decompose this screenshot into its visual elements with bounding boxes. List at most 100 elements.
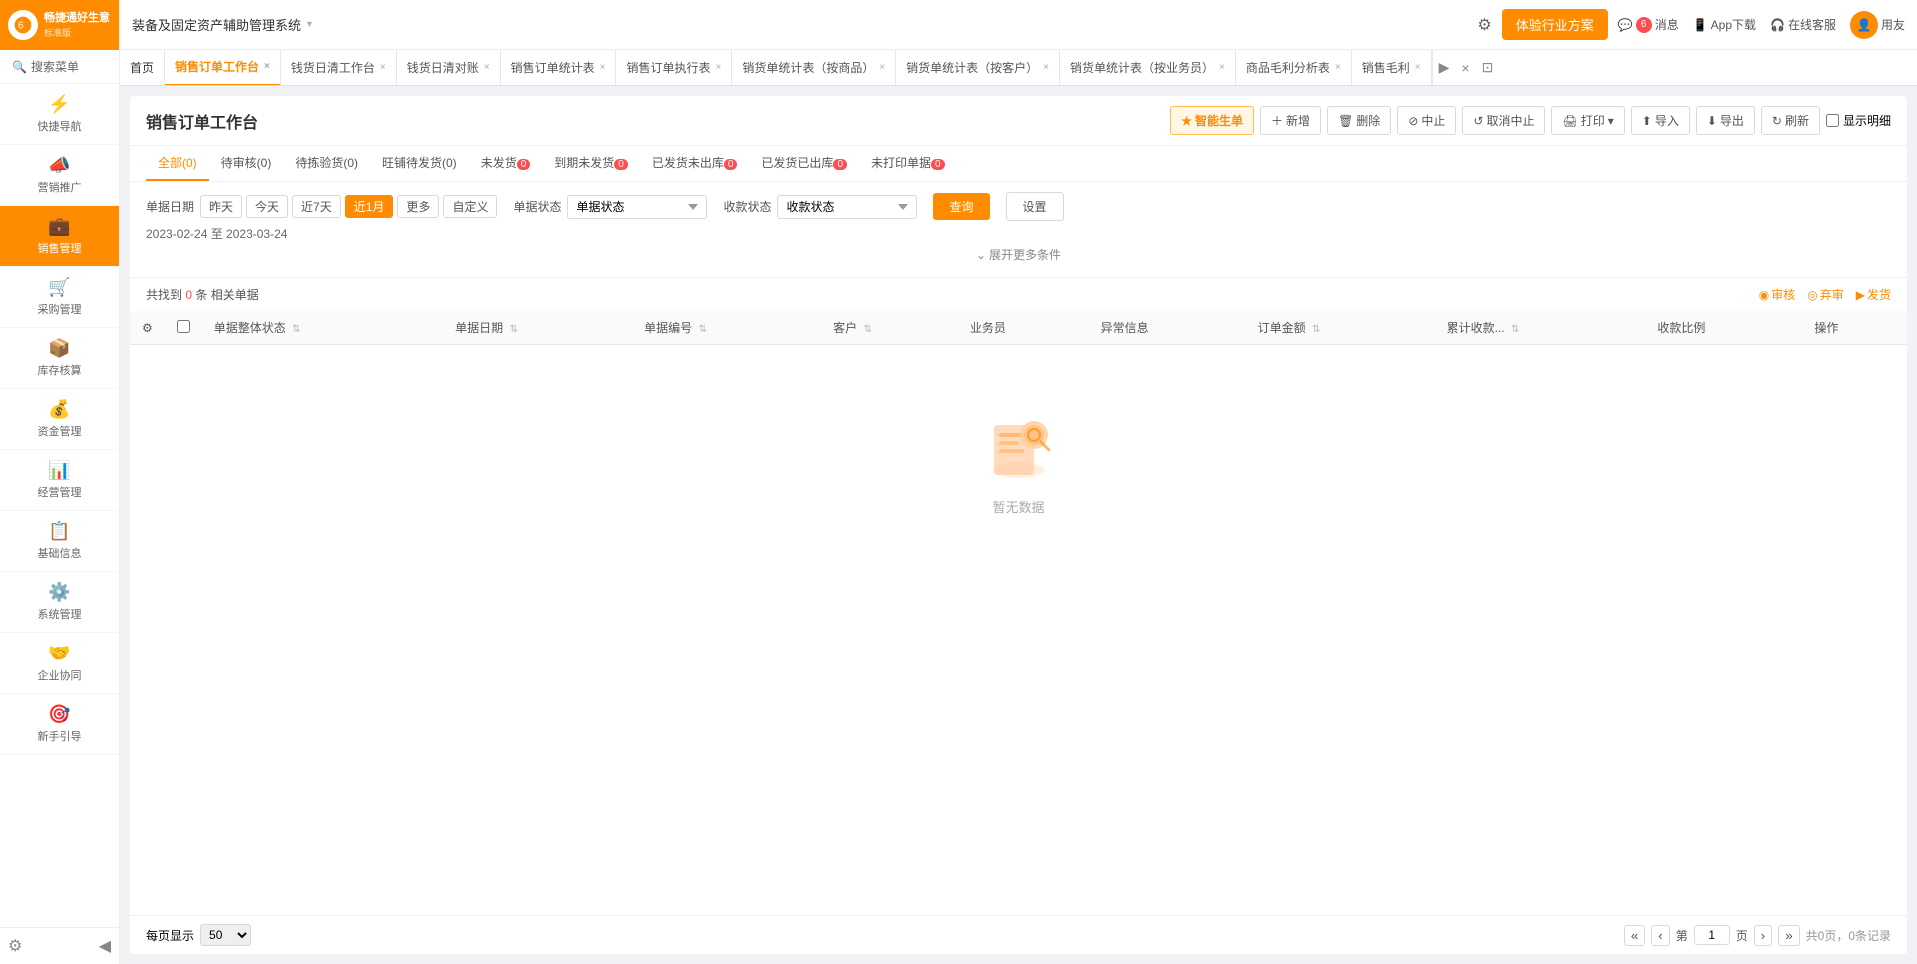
tab-home[interactable]: 首页: [120, 50, 165, 86]
sidebar: 6 畅捷通好生意 标准版 🔍 搜索菜单 ⚡ 快捷导航 📣 营销推广 💼 销售管理…: [0, 0, 120, 964]
status-select[interactable]: 单据状态: [567, 195, 707, 219]
tab-sales-by-staff[interactable]: 销货单统计表（按业务员） ×: [1060, 50, 1236, 86]
date-more-button[interactable]: 更多: [397, 195, 439, 218]
tab-close-icon[interactable]: ×: [380, 62, 386, 73]
tab-close-icon[interactable]: ×: [879, 62, 885, 73]
export-button[interactable]: ⬇ 导出: [1696, 106, 1755, 135]
message-button[interactable]: 💬 6 消息: [1618, 16, 1679, 33]
sort-icon[interactable]: ⇅: [509, 324, 517, 335]
tab-gross-profit[interactable]: 商品毛利分析表 ×: [1236, 50, 1352, 86]
settings-icon[interactable]: ⚙: [8, 936, 22, 956]
print-icon: 🖨: [1562, 114, 1577, 128]
print-button[interactable]: 🖨 打印 ▾: [1551, 106, 1624, 135]
status-filter-label: 单据状态: [513, 198, 561, 215]
add-button[interactable]: ＋ 新增: [1260, 106, 1321, 135]
sidebar-item-purchase[interactable]: 🛒 采购管理: [0, 267, 119, 328]
smart-create-button[interactable]: ★ 智能生单: [1170, 106, 1254, 135]
date-today-button[interactable]: 今天: [246, 195, 288, 218]
collapse-icon[interactable]: ◀: [99, 936, 111, 956]
tab-daily-clear[interactable]: 钱货日清工作台 ×: [281, 50, 397, 86]
page-number-input[interactable]: [1694, 925, 1730, 945]
tab-order-exec[interactable]: 销售订单执行表 ×: [616, 50, 732, 86]
page-actions: ★ 智能生单 ＋ 新增 🗑 删除 ⊘ 中止: [1170, 106, 1891, 135]
expand-filter-button[interactable]: ⌄ 展开更多条件: [146, 242, 1891, 267]
refresh-button[interactable]: ↻ 刷新: [1761, 106, 1820, 135]
tab-close-icon[interactable]: ×: [1415, 62, 1421, 73]
tab-sales-order[interactable]: 销售订单工作台 ×: [165, 50, 281, 86]
tab-sales-by-product[interactable]: 销货单统计表（按商品） ×: [732, 50, 896, 86]
setting-button[interactable]: 设置: [1006, 192, 1064, 221]
col-checkbox[interactable]: [165, 311, 202, 345]
tab-daily-reconcile[interactable]: 钱货日清对账 ×: [397, 50, 501, 86]
stop-button[interactable]: ⊘ 中止: [1397, 106, 1456, 135]
tab-forward-button[interactable]: ▶: [1432, 50, 1456, 86]
tab-close-all-button[interactable]: ×: [1455, 50, 1475, 86]
app-download-button[interactable]: 📱 App下载: [1693, 16, 1756, 33]
ship-button[interactable]: ▶ 发货: [1856, 286, 1891, 303]
delete-button[interactable]: 🗑 删除: [1327, 106, 1391, 135]
tab-close-icon[interactable]: ×: [1043, 62, 1049, 73]
date-custom-button[interactable]: 自定义: [443, 195, 497, 218]
tab-close-icon[interactable]: ×: [600, 62, 606, 73]
sidebar-item-business[interactable]: 📊 经营管理: [0, 450, 119, 511]
first-page-button[interactable]: «: [1624, 925, 1645, 946]
sort-icon[interactable]: ⇅: [292, 324, 300, 335]
import-button[interactable]: ⬆ 导入: [1631, 106, 1690, 135]
prev-page-button[interactable]: ‹: [1651, 925, 1669, 946]
tab-close-icon[interactable]: ×: [715, 62, 721, 73]
sub-tab-shipped-out[interactable]: 已发货已出库0: [749, 146, 859, 181]
page-size-select[interactable]: 10 20 50 100: [200, 924, 251, 946]
tab-expand-button[interactable]: ⊡: [1476, 50, 1500, 86]
sidebar-item-quicknav[interactable]: ⚡ 快捷导航: [0, 84, 119, 145]
sub-tab-all[interactable]: 全部(0): [146, 146, 209, 181]
sub-tab-shipped-not-out[interactable]: 已发货未出库0: [640, 146, 750, 181]
sidebar-item-collab[interactable]: 🤝 企业协同: [0, 633, 119, 694]
tab-sales-profit[interactable]: 销售毛利 ×: [1352, 50, 1432, 86]
show-detail-checkbox-label[interactable]: 显示明细: [1826, 112, 1891, 129]
next-page-button[interactable]: ›: [1754, 925, 1772, 946]
sidebar-item-sysmanage[interactable]: ⚙️ 系统管理: [0, 572, 119, 633]
last-page-button[interactable]: »: [1778, 925, 1799, 946]
cancel-stop-button[interactable]: ↺ 取消中止: [1462, 106, 1545, 135]
tab-order-stats[interactable]: 销售订单统计表 ×: [501, 50, 617, 86]
sub-tab-unshipped[interactable]: 未发货0: [469, 146, 543, 181]
date-7days-button[interactable]: 近7天: [292, 195, 341, 218]
sub-tab-pending-inspection[interactable]: 待拣验货(0): [283, 146, 370, 181]
date-1month-button[interactable]: 近1月: [345, 195, 394, 218]
industry-solution-button[interactable]: 体验行业方案: [1502, 9, 1608, 40]
sort-icon[interactable]: ⇅: [1511, 324, 1519, 335]
tab-close-icon[interactable]: ×: [484, 62, 490, 73]
sub-tab-overdue-unshipped[interactable]: 到期未发货0: [542, 146, 640, 181]
audit-button[interactable]: ◉ 审核: [1759, 286, 1796, 303]
sort-icon[interactable]: ⇅: [864, 324, 872, 335]
online-service-button[interactable]: 🎧 在线客服: [1770, 16, 1836, 33]
tab-sales-by-customer[interactable]: 销货单统计表（按客户） ×: [896, 50, 1060, 86]
tab-close-icon[interactable]: ×: [1335, 62, 1341, 73]
sub-tab-not-printed[interactable]: 未打印单据0: [859, 146, 957, 181]
tab-close-icon[interactable]: ×: [1219, 62, 1225, 73]
export-icon: ⬇: [1707, 114, 1717, 128]
sidebar-item-marketing[interactable]: 📣 营销推广: [0, 145, 119, 206]
date-yesterday-button[interactable]: 昨天: [200, 195, 242, 218]
sidebar-item-guide[interactable]: 🎯 新手引导: [0, 694, 119, 755]
sidebar-item-search[interactable]: 🔍 搜索菜单: [0, 50, 119, 84]
show-detail-checkbox[interactable]: [1826, 114, 1839, 127]
sidebar-item-inventory[interactable]: 📦 库存核算: [0, 328, 119, 389]
dropdown-arrow-icon[interactable]: ▾: [307, 19, 312, 30]
tab-close-icon[interactable]: ×: [264, 61, 270, 72]
payment-select[interactable]: 收款状态: [777, 195, 917, 219]
gear-icon[interactable]: ⚙: [1477, 15, 1491, 35]
cancel-audit-button[interactable]: ◎ 弃审: [1807, 286, 1844, 303]
sidebar-item-label: 营销推广: [38, 179, 82, 195]
sidebar-item-finance[interactable]: 💰 资金管理: [0, 389, 119, 450]
sidebar-item-sales[interactable]: 💼 销售管理: [0, 206, 119, 267]
select-all-checkbox[interactable]: [177, 320, 190, 333]
col-settings[interactable]: ⚙: [130, 311, 165, 345]
sort-icon[interactable]: ⇅: [698, 324, 706, 335]
sub-tab-wangpu-pending[interactable]: 旺铺待发货(0): [370, 146, 469, 181]
sidebar-item-basicinfo[interactable]: 📋 基础信息: [0, 511, 119, 572]
query-button[interactable]: 查询: [933, 193, 989, 220]
sort-icon[interactable]: ⇅: [1312, 324, 1320, 335]
user-menu-button[interactable]: 👤 用友: [1850, 11, 1905, 39]
sub-tab-pending-review[interactable]: 待审核(0): [209, 146, 284, 181]
